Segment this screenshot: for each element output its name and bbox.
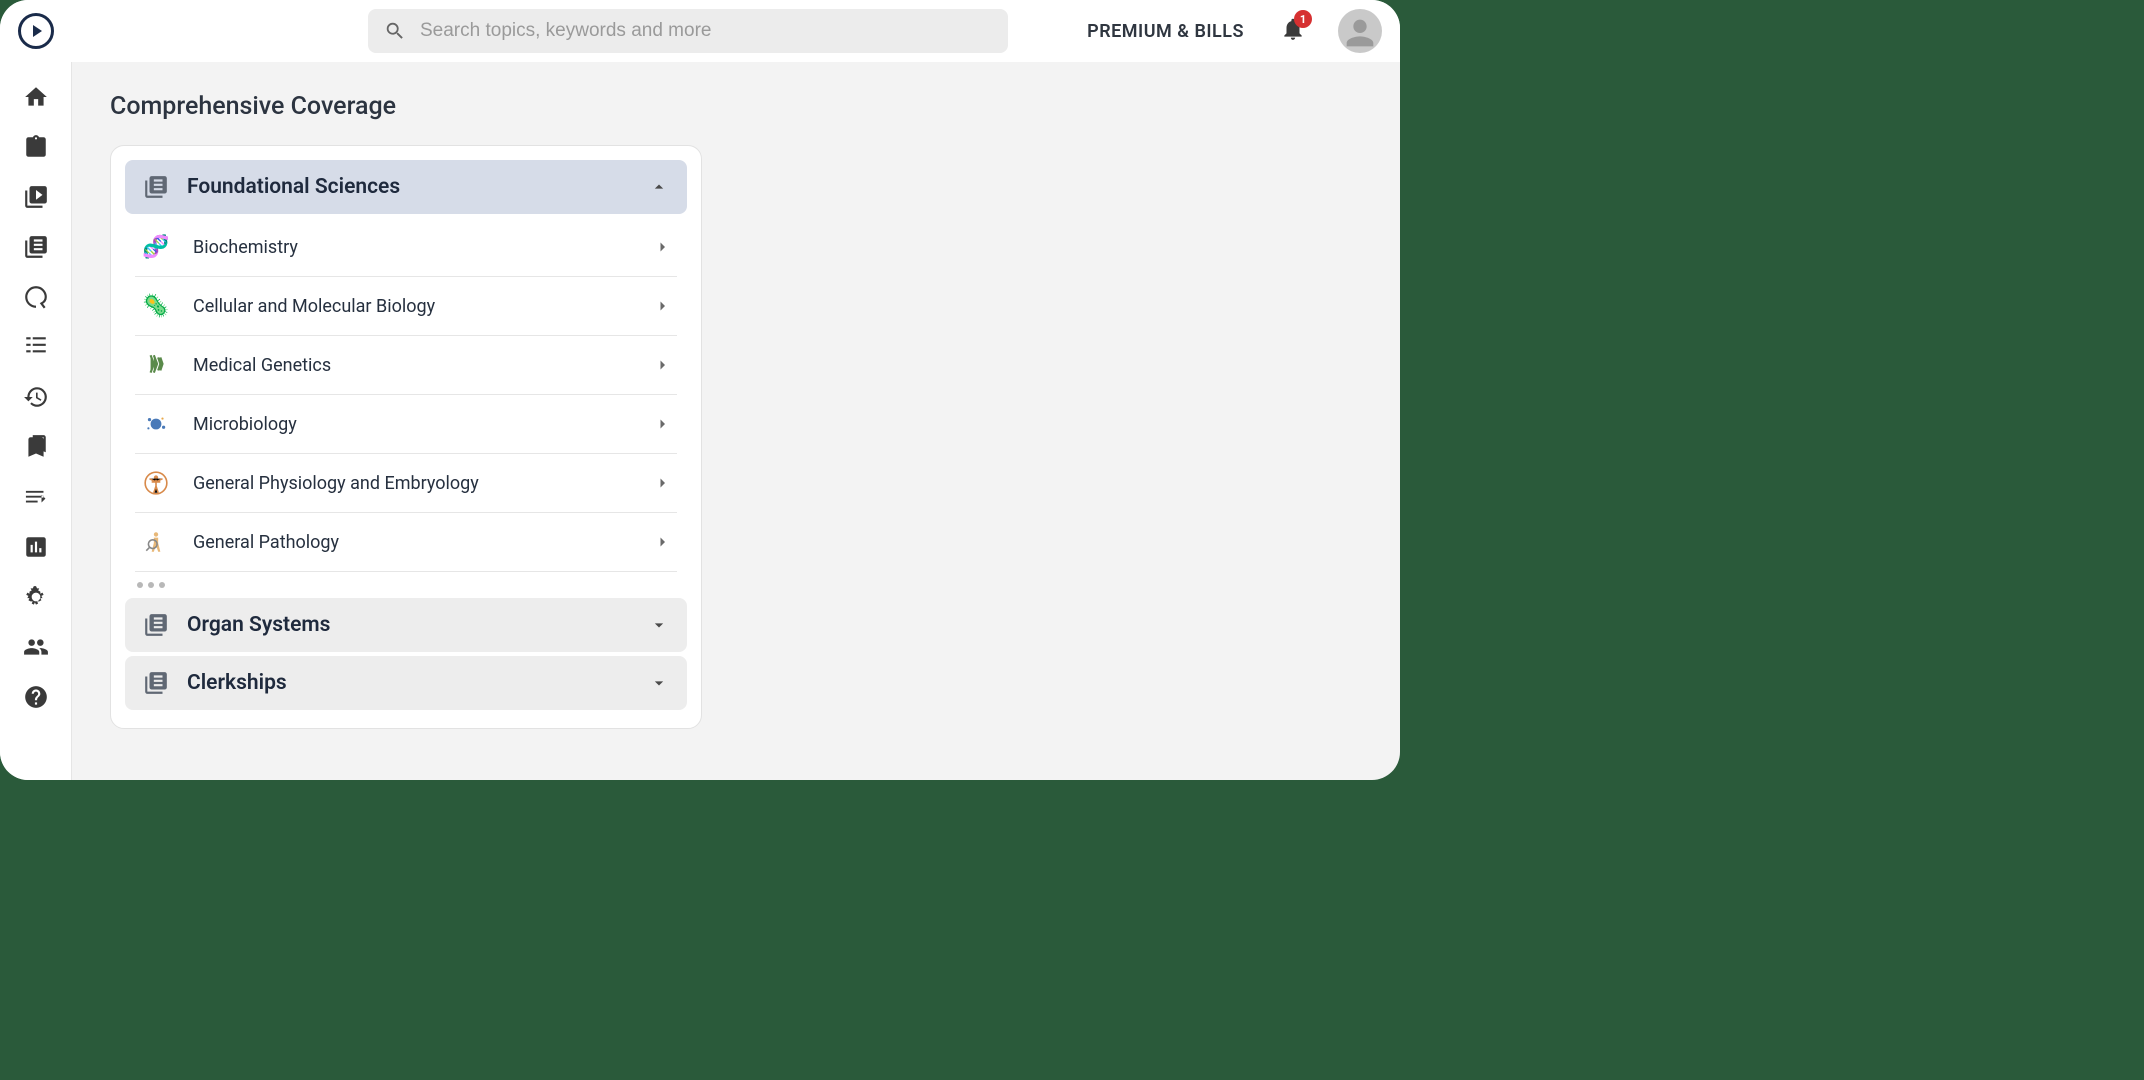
library-books-icon [143,612,169,638]
topic-label: General Physiology and Embryology [193,473,631,494]
virus-icon[interactable] [23,584,49,610]
topbar: PREMIUM & BILLS 1 [0,0,1400,62]
person-icon [1340,13,1380,53]
chevron-right-icon [653,238,671,256]
dna-flask-icon: 🧬 [141,232,171,262]
microbe-icon [141,409,171,439]
chevron-right-icon [653,415,671,433]
stats-icon[interactable] [23,534,49,560]
chevron-right-icon [653,297,671,315]
chevron-right-icon [653,356,671,374]
chevron-up-icon [649,177,669,197]
library-icon[interactable] [23,234,49,260]
library-books-icon [143,670,169,696]
section-organ-systems[interactable]: Organ Systems [125,598,687,652]
topic-label: Microbiology [193,414,631,435]
search-icon [384,20,406,42]
help-icon[interactable] [23,684,49,710]
bookmarks-icon[interactable] [23,434,49,460]
topic-medical-genetics[interactable]: Medical Genetics [135,336,677,395]
search-input[interactable] [420,20,992,42]
chromosomes-icon [141,350,171,380]
avatar[interactable] [1338,9,1382,53]
home-icon[interactable] [23,84,49,110]
section-clerkships[interactable]: Clerkships [125,656,687,710]
logo[interactable] [18,13,54,49]
section-title: Clerkships [187,671,631,695]
topic-label: Cellular and Molecular Biology [193,296,631,317]
group-icon[interactable] [23,634,49,660]
video-library-icon[interactable] [23,184,49,210]
vitruvian-icon [141,468,171,498]
quiz-icon[interactable] [23,284,49,310]
library-books-icon [143,174,169,200]
body-lens-icon [141,527,171,557]
sidebar [0,62,72,780]
topic-label: General Pathology [193,532,631,553]
page-title: Comprehensive Coverage [110,92,1362,121]
notes-icon[interactable] [23,484,49,510]
topic-general-pathology[interactable]: General Pathology [135,513,677,572]
coverage-panel: Foundational Sciences 🧬 Biochemistry 🦠 C… [110,145,702,729]
notifications-button[interactable]: 1 [1280,16,1306,46]
app-window: PREMIUM & BILLS 1 Comprehen [0,0,1400,780]
cell-icon: 🦠 [141,291,171,321]
more-topics-indicator[interactable] [125,572,687,598]
topic-biochemistry[interactable]: 🧬 Biochemistry [135,218,677,277]
search-bar[interactable] [368,9,1008,53]
premium-link[interactable]: PREMIUM & BILLS [1087,21,1244,42]
topic-label: Medical Genetics [193,355,631,376]
section-foundational-sciences[interactable]: Foundational Sciences [125,160,687,214]
clipboard-icon[interactable] [23,134,49,160]
notification-badge: 1 [1294,10,1312,28]
topic-label: Biochemistry [193,237,631,258]
chevron-right-icon [653,474,671,492]
section-title: Foundational Sciences [187,175,631,199]
main-content: Comprehensive Coverage Foundational Scie… [72,62,1400,780]
topic-cellular-molecular-biology[interactable]: 🦠 Cellular and Molecular Biology [135,277,677,336]
section-title: Organ Systems [187,613,631,637]
chevron-right-icon [653,533,671,551]
chevron-down-icon [649,615,669,635]
history-icon[interactable] [23,384,49,410]
chevron-down-icon [649,673,669,693]
plan-icon[interactable] [23,334,49,360]
topic-microbiology[interactable]: Microbiology [135,395,677,454]
topic-general-physiology-embryology[interactable]: General Physiology and Embryology [135,454,677,513]
